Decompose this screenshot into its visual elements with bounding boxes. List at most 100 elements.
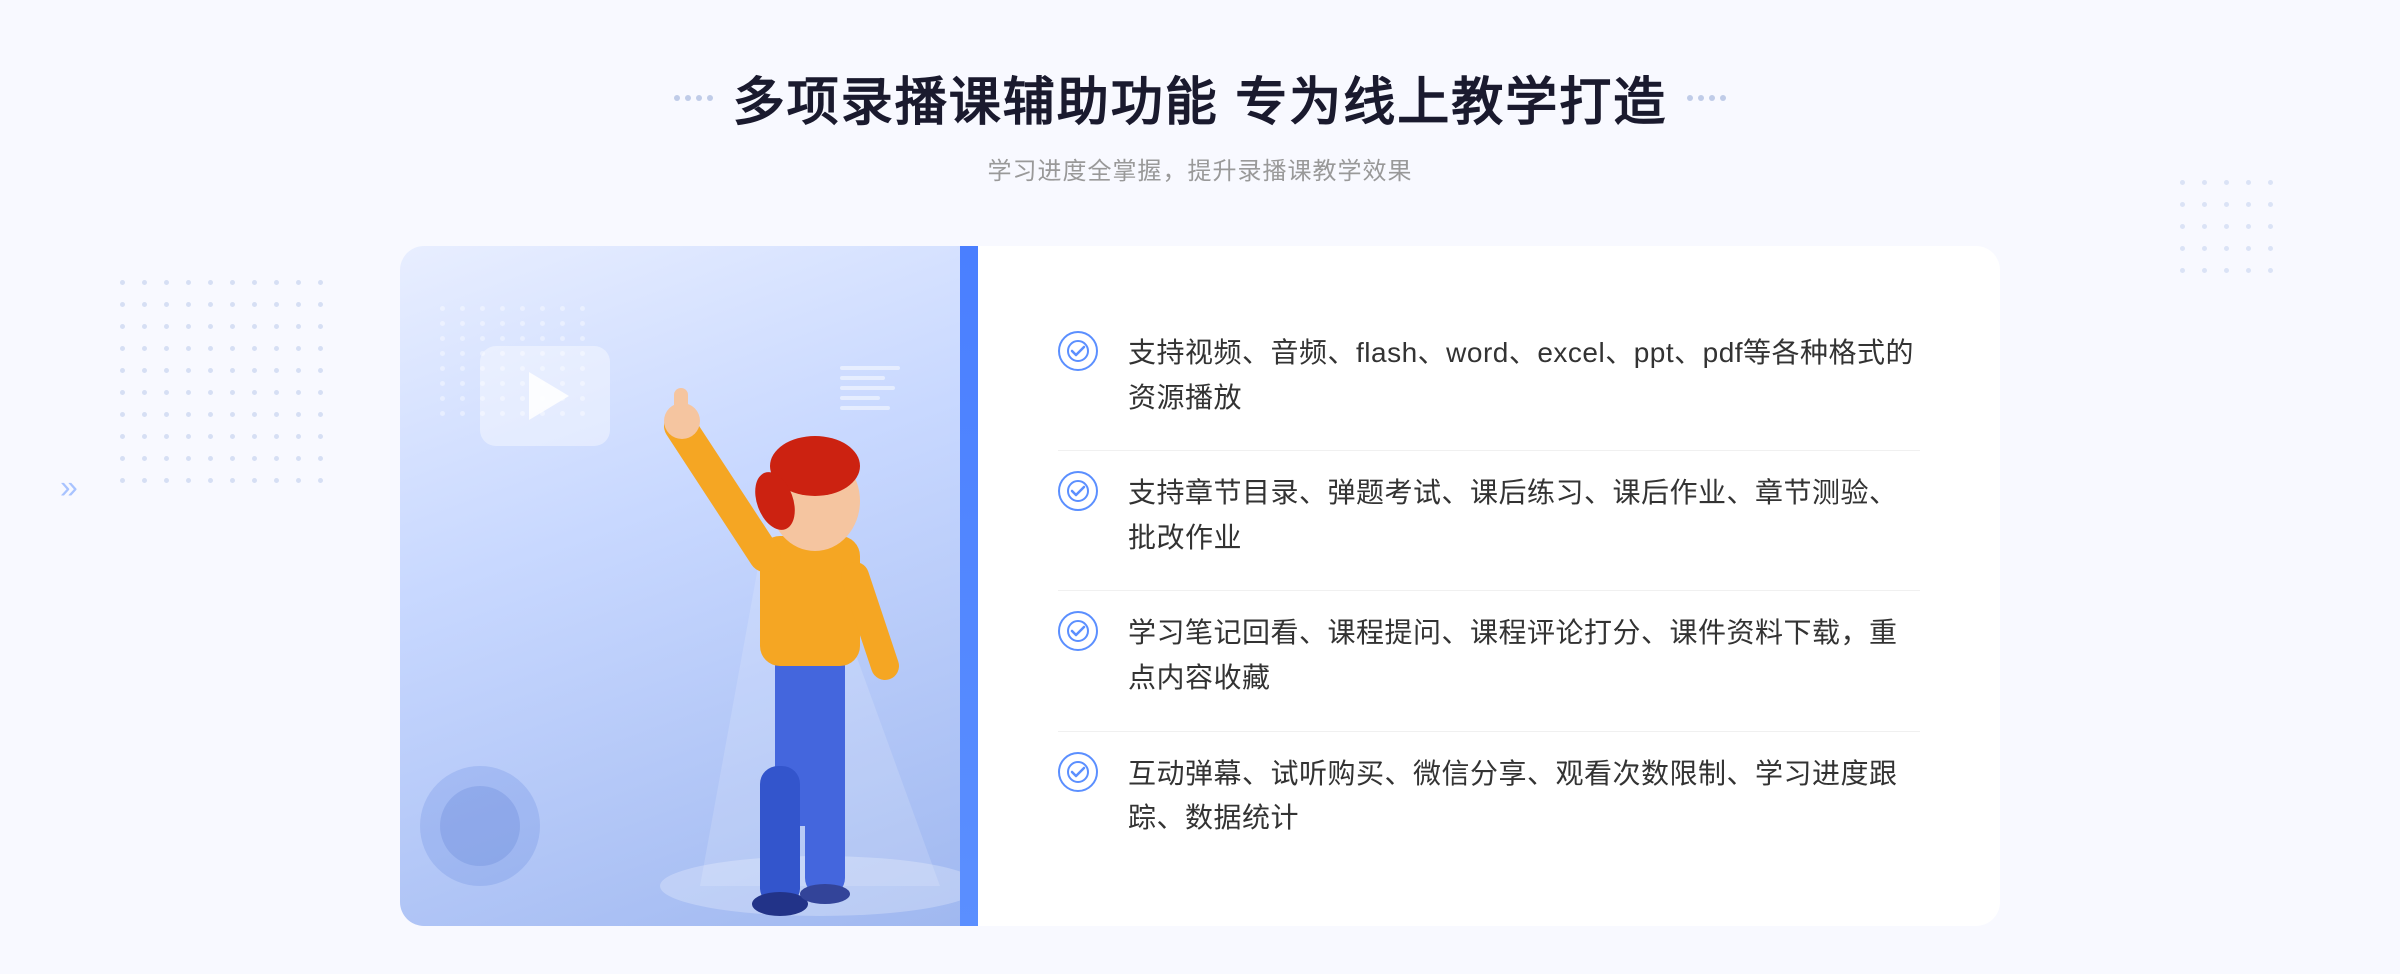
dot bbox=[440, 381, 445, 386]
dot bbox=[120, 368, 125, 373]
bottom-circles bbox=[420, 766, 540, 886]
dot bbox=[142, 456, 147, 461]
dot bbox=[252, 456, 257, 461]
dot bbox=[120, 280, 125, 285]
dot bbox=[296, 324, 301, 329]
dot bbox=[2268, 246, 2273, 251]
left-dot-decoration: for(let i=0;i<100;i++){ document.current… bbox=[120, 280, 330, 490]
dot bbox=[274, 368, 279, 373]
dot bbox=[560, 306, 565, 311]
dot bbox=[2180, 224, 2185, 229]
dot bbox=[318, 280, 323, 285]
feature-item-4: 互动弹幕、试听购买、微信分享、观看次数限制、学习进度跟踪、数据统计 bbox=[1058, 731, 1920, 862]
dot bbox=[318, 324, 323, 329]
dot bbox=[296, 434, 301, 439]
dot bbox=[164, 280, 169, 285]
dot bbox=[318, 368, 323, 373]
dot bbox=[274, 324, 279, 329]
checkmark-svg-3 bbox=[1067, 620, 1089, 642]
dot bbox=[230, 302, 235, 307]
dot bbox=[296, 412, 301, 417]
dot bbox=[142, 368, 147, 373]
dot bbox=[560, 336, 565, 341]
dot bbox=[164, 478, 169, 483]
dot bbox=[120, 434, 125, 439]
dot bbox=[2246, 180, 2251, 185]
dot bbox=[252, 434, 257, 439]
dot bbox=[2202, 246, 2207, 251]
dot bbox=[2202, 202, 2207, 207]
dot bbox=[142, 434, 147, 439]
decorator-right bbox=[1687, 95, 1726, 101]
dot bbox=[164, 346, 169, 351]
dot bbox=[142, 302, 147, 307]
dot bbox=[440, 306, 445, 311]
dot bbox=[2246, 202, 2251, 207]
dot bbox=[208, 390, 213, 395]
dot bbox=[460, 396, 465, 401]
dot bbox=[296, 478, 301, 483]
dot bbox=[186, 368, 191, 373]
dot bbox=[460, 411, 465, 416]
deco-circle-1 bbox=[420, 766, 540, 886]
dot bbox=[318, 456, 323, 461]
feature-item-1: 支持视频、音频、flash、word、excel、ppt、pdf等各种格式的资源… bbox=[1058, 311, 1920, 441]
content-section: 支持视频、音频、flash、word、excel、ppt、pdf等各种格式的资源… bbox=[400, 246, 2000, 926]
check-icon-4 bbox=[1058, 752, 1098, 792]
dot bbox=[186, 390, 191, 395]
dot bbox=[230, 346, 235, 351]
dot bbox=[440, 396, 445, 401]
dot bbox=[440, 366, 445, 371]
dot bbox=[142, 280, 147, 285]
dot bbox=[2224, 268, 2229, 273]
dot bbox=[296, 302, 301, 307]
dot bbox=[318, 390, 323, 395]
page-title: 多项录播课辅助功能 专为线上教学打造 bbox=[733, 60, 1667, 135]
dot bbox=[460, 366, 465, 371]
dot bbox=[296, 368, 301, 373]
dot bbox=[164, 324, 169, 329]
dot bbox=[460, 351, 465, 356]
dot bbox=[120, 346, 125, 351]
dot bbox=[120, 412, 125, 417]
dot bbox=[230, 456, 235, 461]
dot bbox=[2224, 180, 2229, 185]
feature-text-2: 支持章节目录、弹题考试、课后练习、课后作业、章节测验、批改作业 bbox=[1128, 471, 1920, 561]
dot bbox=[2202, 224, 2207, 229]
dot bbox=[164, 434, 169, 439]
dot bbox=[580, 306, 585, 311]
dot bbox=[500, 306, 505, 311]
checkmark-svg-2 bbox=[1067, 480, 1089, 502]
feature-item-2: 支持章节目录、弹题考试、课后练习、课后作业、章节测验、批改作业 bbox=[1058, 450, 1920, 581]
human-figure-illustration bbox=[620, 346, 960, 926]
feature-text-4: 互动弹幕、试听购买、微信分享、观看次数限制、学习进度跟踪、数据统计 bbox=[1128, 752, 1920, 842]
header-section: 多项录播课辅助功能 专为线上教学打造 学习进度全掌握，提升录播课教学效果 bbox=[674, 60, 1726, 186]
dot bbox=[274, 478, 279, 483]
dot bbox=[540, 321, 545, 326]
dot bbox=[2246, 268, 2251, 273]
dot bbox=[460, 381, 465, 386]
dot bbox=[440, 321, 445, 326]
dot bbox=[2180, 246, 2185, 251]
dot bbox=[208, 478, 213, 483]
dot bbox=[318, 434, 323, 439]
dot bbox=[520, 336, 525, 341]
dot bbox=[296, 390, 301, 395]
play-bubble bbox=[480, 346, 610, 446]
dot bbox=[2268, 180, 2273, 185]
dot bbox=[2268, 268, 2273, 273]
dot bbox=[440, 336, 445, 341]
dot bbox=[230, 368, 235, 373]
dot bbox=[2268, 224, 2273, 229]
dot bbox=[460, 306, 465, 311]
dot bbox=[2246, 246, 2251, 251]
dot bbox=[230, 324, 235, 329]
check-icon-2 bbox=[1058, 471, 1098, 511]
dot bbox=[252, 478, 257, 483]
left-chevron-decoration: » bbox=[60, 469, 78, 506]
feature-item-3: 学习笔记回看、课程提问、课程评论打分、课件资料下载，重点内容收藏 bbox=[1058, 590, 1920, 721]
dot bbox=[2224, 246, 2229, 251]
dot bbox=[480, 321, 485, 326]
header-decorators: 多项录播课辅助功能 专为线上教学打造 bbox=[674, 60, 1726, 135]
dot bbox=[520, 306, 525, 311]
